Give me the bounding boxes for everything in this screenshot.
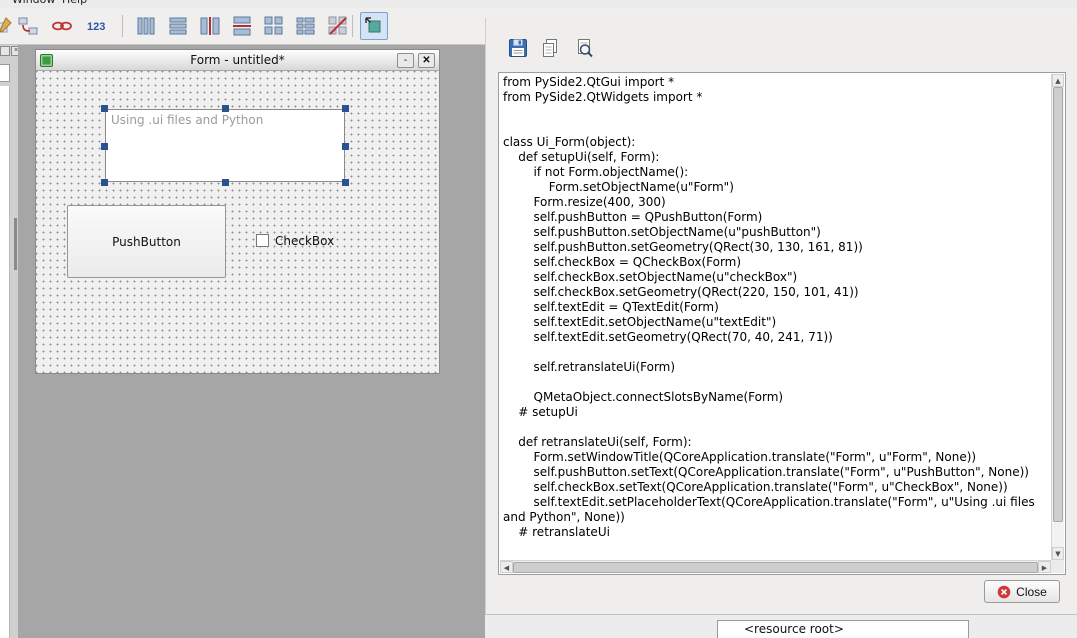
selection-handle[interactable] bbox=[342, 143, 349, 150]
buddies-icon bbox=[51, 15, 73, 37]
layout-splitter-vertical-button[interactable] bbox=[228, 12, 256, 40]
checkbox-widget[interactable]: CheckBox bbox=[256, 233, 334, 248]
close-dialog-button[interactable]: Close bbox=[984, 580, 1060, 603]
edit-widgets-icon bbox=[0, 15, 15, 37]
close-dialog-label: Close bbox=[1016, 585, 1047, 599]
selection-handle[interactable] bbox=[342, 179, 349, 186]
vertical-scrollbar-thumb[interactable] bbox=[1053, 87, 1063, 522]
form-window-title: Form - untitled* bbox=[36, 53, 439, 67]
horizontal-scrollbar[interactable]: ◀ ▶ bbox=[500, 560, 1051, 573]
widgetbox-panel bbox=[0, 86, 10, 638]
textedit-widget[interactable]: Using .ui files and Python bbox=[105, 109, 345, 182]
layout-form-button[interactable] bbox=[292, 12, 320, 40]
edit-buddies-button[interactable] bbox=[48, 12, 76, 40]
copy-code-button[interactable] bbox=[536, 34, 564, 62]
find-code-button[interactable] bbox=[570, 34, 598, 62]
splitter-vertical-icon bbox=[231, 15, 253, 37]
save-code-button[interactable] bbox=[504, 34, 532, 62]
scroll-up-icon[interactable]: ▲ bbox=[1052, 74, 1064, 87]
svg-text:123: 123 bbox=[87, 21, 105, 33]
vertical-scrollbar[interactable]: ▲ ▼ bbox=[1051, 74, 1064, 560]
edit-signals-slots-button[interactable] bbox=[14, 12, 42, 40]
scroll-right-icon[interactable]: ▶ bbox=[1038, 561, 1051, 573]
minimize-button[interactable]: - bbox=[397, 53, 414, 68]
left-scrollbar-thumb[interactable] bbox=[14, 218, 17, 270]
scroll-down-icon[interactable]: ▼ bbox=[1052, 547, 1064, 560]
edit-tab-order-button[interactable]: 123 bbox=[82, 12, 110, 40]
textedit-selection: Using .ui files and Python bbox=[105, 109, 345, 182]
menubar: Window Help bbox=[0, 0, 1077, 8]
splitter-horizontal-icon bbox=[199, 15, 221, 37]
scrollbar-corner bbox=[1051, 560, 1064, 573]
save-icon bbox=[507, 37, 529, 59]
selection-handle[interactable] bbox=[101, 143, 108, 150]
layout-grid-button[interactable] bbox=[260, 12, 288, 40]
menu-help[interactable]: Help bbox=[62, 0, 87, 6]
code-view[interactable]: from PySide2.QtGui import * from PySide2… bbox=[498, 72, 1066, 575]
find-icon bbox=[573, 37, 595, 59]
adjust-size-icon bbox=[363, 15, 385, 37]
layout-horizontal-button[interactable] bbox=[132, 12, 160, 40]
toolbar-separator bbox=[122, 15, 123, 37]
form-icon bbox=[40, 54, 53, 67]
layout-splitter-horizontal-button[interactable] bbox=[196, 12, 224, 40]
code-preview-dialog: from PySide2.QtGui import * from PySide2… bbox=[485, 18, 1077, 615]
layout-horizontal-icon bbox=[135, 15, 157, 37]
toolbar-separator bbox=[352, 15, 353, 37]
mdi-area: Form - untitled* - ✕ Using .ui files and… bbox=[18, 45, 485, 638]
form-layout-icon bbox=[295, 15, 317, 37]
selection-handle[interactable] bbox=[101, 105, 108, 112]
form-window-titlebar[interactable]: Form - untitled* - ✕ bbox=[36, 50, 439, 71]
break-layout-button[interactable] bbox=[324, 12, 352, 40]
selection-handle[interactable] bbox=[342, 105, 349, 112]
selection-handle[interactable] bbox=[101, 179, 108, 186]
selection-handle[interactable] bbox=[222, 105, 229, 112]
checkbox-label: CheckBox bbox=[275, 234, 334, 248]
selection-handle[interactable] bbox=[222, 179, 229, 186]
widgetbox-filter-input[interactable] bbox=[0, 64, 10, 82]
textedit-placeholder: Using .ui files and Python bbox=[106, 110, 344, 130]
resource-root-label: <resource root> bbox=[744, 622, 844, 636]
resource-root-item[interactable]: <resource root> bbox=[717, 620, 969, 638]
checkbox-indicator[interactable] bbox=[256, 234, 269, 247]
pushbutton-widget[interactable]: PushButton bbox=[67, 205, 226, 278]
form-canvas[interactable]: Using .ui files and Python PushButton Ch… bbox=[36, 71, 439, 373]
grid-layout-icon bbox=[263, 15, 285, 37]
form-designer-window: Form - untitled* - ✕ Using .ui files and… bbox=[35, 49, 440, 374]
adjust-size-button[interactable] bbox=[360, 12, 388, 40]
copy-icon bbox=[539, 37, 561, 59]
menu-window[interactable]: Window bbox=[12, 0, 55, 6]
layout-vertical-button[interactable] bbox=[164, 12, 192, 40]
layout-vertical-icon bbox=[167, 15, 189, 37]
signals-slots-icon bbox=[17, 15, 39, 37]
horizontal-scrollbar-thumb[interactable] bbox=[513, 562, 1038, 573]
break-layout-icon bbox=[327, 15, 349, 37]
dock-float-button[interactable] bbox=[0, 46, 10, 56]
close-circle-icon bbox=[997, 585, 1011, 599]
tab-order-icon: 123 bbox=[85, 15, 107, 37]
code-text: from PySide2.QtGui import * from PySide2… bbox=[500, 74, 1051, 560]
scroll-left-icon[interactable]: ◀ bbox=[500, 561, 513, 573]
close-window-button[interactable]: ✕ bbox=[418, 53, 435, 68]
